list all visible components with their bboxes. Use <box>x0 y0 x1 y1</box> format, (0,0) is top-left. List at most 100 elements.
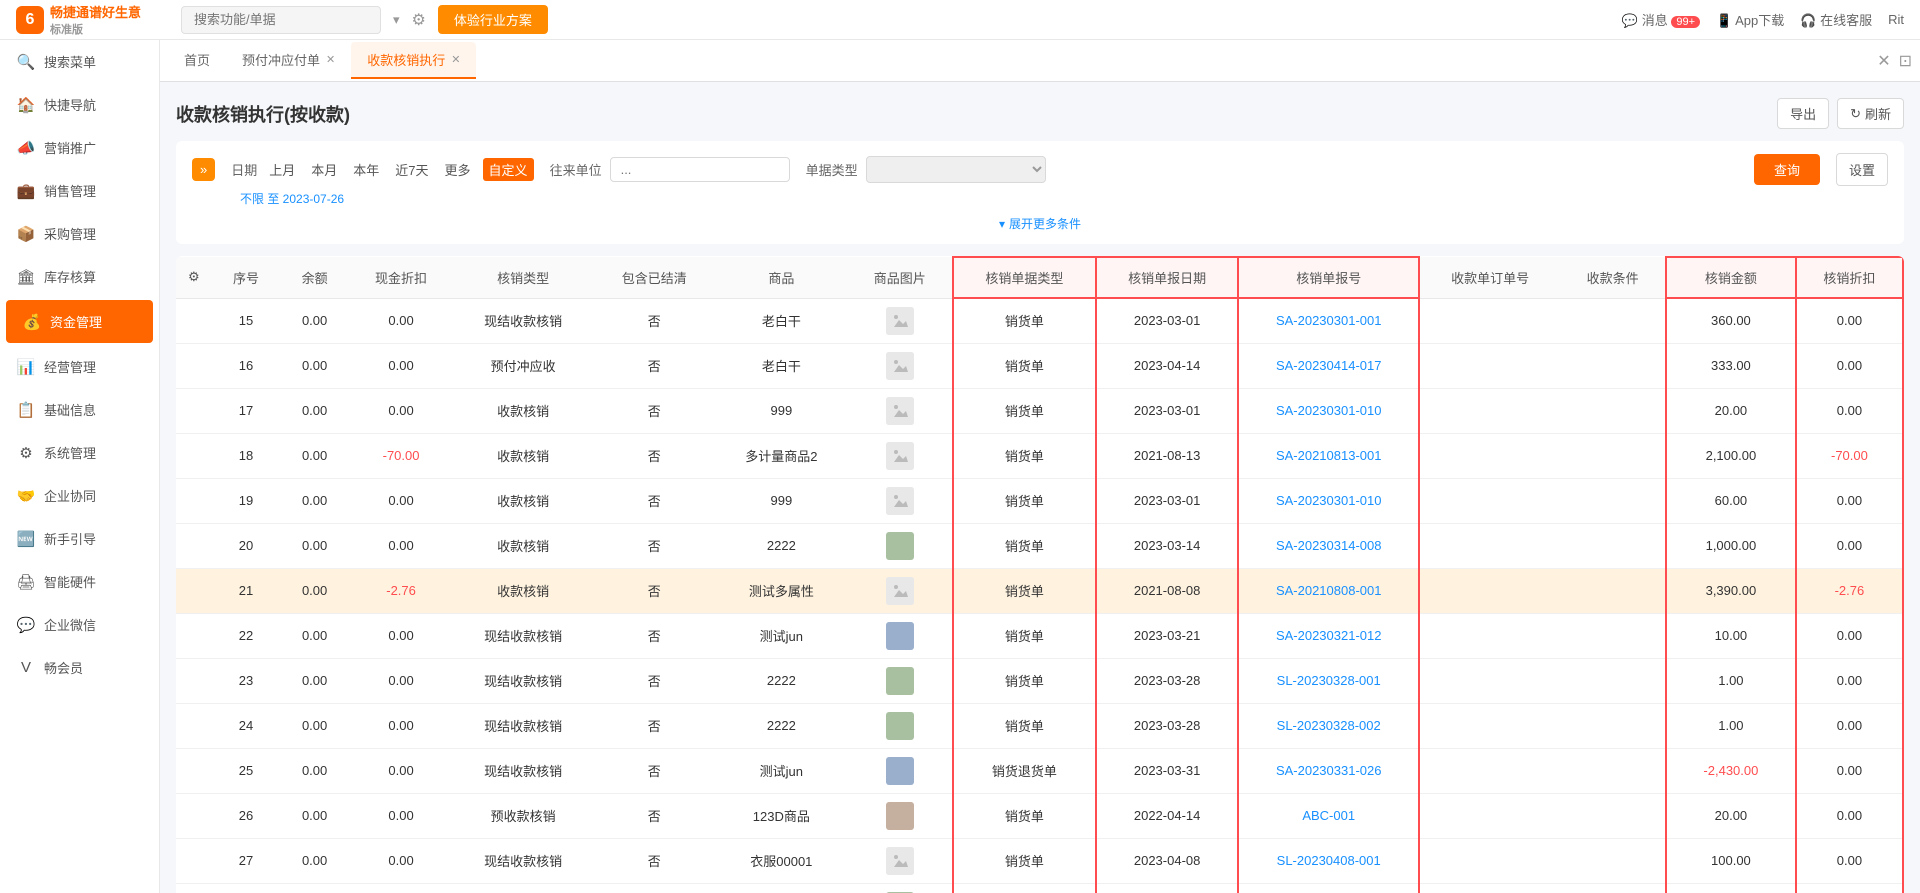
sidebar-label: 销售管理 <box>44 181 96 200</box>
filter-expand-btn[interactable]: » <box>192 158 215 181</box>
online-service-btn[interactable]: 🎧 在线客服 <box>1800 10 1872 29</box>
table-row: 250.000.00现结收款核销否测试jun销货退货单2023-03-31SA-… <box>176 748 1903 793</box>
expand-more-btn[interactable]: ▾ 展开更多条件 <box>192 215 1888 232</box>
sidebar-item-purchase[interactable]: 📦 采购管理 <box>0 212 159 255</box>
sidebar-item-finance[interactable]: 💰 资金管理 <box>6 300 153 343</box>
tab-collection[interactable]: 收款核销执行 ✕ <box>351 42 476 79</box>
col-receipt-condition: 收款条件 <box>1560 257 1666 298</box>
sidebar-item-corp-collab[interactable]: 🤝 企业协同 <box>0 474 159 517</box>
top-bar: 6 畅捷通谱好生意 标准版 ▾ ⚙ 体验行业方案 💬 消息 99+ 📱 App下… <box>0 0 1920 40</box>
table-row: 200.000.00收款核销否2222销货单2023-03-14SA-20230… <box>176 523 1903 568</box>
sidebar-label: 企业微信 <box>44 615 96 634</box>
sidebar-item-search[interactable]: 🔍 搜索菜单 <box>0 40 159 83</box>
product-thumbnail <box>886 442 914 470</box>
sidebar: 🔍 搜索菜单 🏠 快捷导航 📣 营销推广 💼 销售管理 📦 采购管理 🏛 库存核… <box>0 40 160 893</box>
sidebar-label: 基础信息 <box>44 400 96 419</box>
table-row: 220.000.00现结收款核销否测试jun销货单2023-03-21SA-20… <box>176 613 1903 658</box>
sidebar-item-sales[interactable]: 💼 销售管理 <box>0 169 159 212</box>
col-receipt-order-no: 收款单订单号 <box>1419 257 1560 298</box>
marketing-icon: 📣 <box>16 139 36 157</box>
messages-btn[interactable]: 💬 消息 99+ <box>1622 10 1700 29</box>
product-thumbnail <box>886 622 914 650</box>
date-this-month-btn[interactable]: 本月 <box>307 158 341 181</box>
app-download-btn[interactable]: 📱 App下载 <box>1716 10 1784 29</box>
tab-home[interactable]: 首页 <box>168 42 226 79</box>
sidebar-item-marketing[interactable]: 📣 营销推广 <box>0 126 159 169</box>
product-thumbnail <box>886 397 914 425</box>
purchase-icon: 📦 <box>16 225 36 243</box>
product-thumbnail <box>886 757 914 785</box>
inventory-icon: 🏛 <box>16 268 36 286</box>
sidebar-label: 智能硬件 <box>44 572 96 591</box>
filter-partner-group: 往来单位 <box>550 157 790 182</box>
table-row: 180.00-70.00收款核销否多计量商品2销货单2021-08-13SA-2… <box>176 433 1903 478</box>
sidebar-item-smart-hw[interactable]: 🖨 智能硬件 <box>0 560 159 603</box>
date-range-display: 不限 至 2023-07-26 <box>240 190 344 207</box>
corp-collab-icon: 🤝 <box>16 487 36 505</box>
table-row: 210.00-2.76收款核销否测试多属性销货单2021-08-08SA-202… <box>176 568 1903 613</box>
sidebar-item-guide[interactable]: 🆕 新手引导 <box>0 517 159 560</box>
date-7days-btn[interactable]: 近7天 <box>391 158 432 181</box>
table-row: 280.000.00现结收款核销否2222销货单2023-04-18SL-202… <box>176 883 1903 893</box>
query-button[interactable]: 查询 <box>1754 154 1820 185</box>
search-input[interactable] <box>181 6 381 34</box>
tab-prepay[interactable]: 预付冲应付单 ✕ <box>226 42 351 79</box>
partner-input[interactable] <box>610 157 790 182</box>
date-custom-btn[interactable]: 自定义 <box>483 158 534 181</box>
page-title: 收款核销执行(按收款) <box>176 101 350 127</box>
main-table: ⚙ 序号 余额 现金折扣 核销类型 包含已结清 商品 商品图片 核销单据类型 核… <box>176 256 1904 893</box>
settings-icon[interactable]: ⚙ <box>412 10 426 30</box>
col-verify-type: 核销类型 <box>453 257 593 298</box>
setting-button[interactable]: 设置 <box>1836 153 1888 186</box>
tab-home-label: 首页 <box>184 50 210 69</box>
smart-hw-icon: 🖨 <box>16 573 36 591</box>
sidebar-item-basic-info[interactable]: 📋 基础信息 <box>0 388 159 431</box>
search-icon: 🔍 <box>16 53 36 71</box>
refresh-button[interactable]: ↻ 刷新 <box>1837 98 1904 129</box>
table-row: 260.000.00预收款核销否123D商品销货单2022-04-14ABC-0… <box>176 793 1903 838</box>
doctype-select[interactable] <box>866 156 1046 183</box>
sidebar-item-system[interactable]: ⚙ 系统管理 <box>0 431 159 474</box>
export-button[interactable]: 导出 <box>1777 98 1829 129</box>
maximize-icon[interactable]: ⊡ <box>1899 51 1912 71</box>
product-thumbnail <box>886 352 914 380</box>
content-area: 收款核销执行(按收款) 导出 ↻ 刷新 » 日期 上 <box>160 82 1920 893</box>
sidebar-item-quick-nav[interactable]: 🏠 快捷导航 <box>0 83 159 126</box>
sidebar-item-operations[interactable]: 📊 经营管理 <box>0 345 159 388</box>
system-icon: ⚙ <box>16 444 36 462</box>
close-window-icon[interactable]: ✕ <box>1877 51 1890 71</box>
sidebar-item-member[interactable]: V 畅会员 <box>0 646 159 689</box>
col-included: 包含已结清 <box>593 257 715 298</box>
sidebar-label: 采购管理 <box>44 224 96 243</box>
table-row: 240.000.00现结收款核销否2222销货单2023-03-28SL-202… <box>176 703 1903 748</box>
date-more-btn[interactable]: 更多 <box>441 158 475 181</box>
filter-bar: » 日期 上月 本月 本年 近7天 更多 自定义 往来单位 <box>176 141 1904 244</box>
sidebar-label: 资金管理 <box>50 312 102 331</box>
table-row: 170.000.00收款核销否999销货单2023-03-01SA-202303… <box>176 388 1903 433</box>
sidebar-item-inventory[interactable]: 🏛 库存核算 <box>0 255 159 298</box>
product-thumbnail <box>886 802 914 830</box>
table-container: ⚙ 序号 余额 现金折扣 核销类型 包含已结清 商品 商品图片 核销单据类型 核… <box>176 256 1904 893</box>
basic-info-icon: 📋 <box>16 401 36 419</box>
refresh-icon: ↻ <box>1850 106 1861 122</box>
table-row: 190.000.00收款核销否999销货单2023-03-01SA-202303… <box>176 478 1903 523</box>
user-name[interactable]: Rit <box>1888 12 1904 27</box>
product-thumbnail <box>886 712 914 740</box>
sidebar-label: 库存核算 <box>44 267 96 286</box>
tab-prepay-label: 预付冲应付单 <box>242 50 320 69</box>
col-settings[interactable]: ⚙ <box>176 257 212 298</box>
doctype-label: 单据类型 <box>806 160 858 179</box>
sidebar-label: 企业协同 <box>44 486 96 505</box>
date-this-year-btn[interactable]: 本年 <box>349 158 383 181</box>
date-last-month-btn[interactable]: 上月 <box>265 158 299 181</box>
tab-collection-close[interactable]: ✕ <box>451 53 460 66</box>
dropdown-icon[interactable]: ▾ <box>393 12 400 28</box>
sidebar-item-wechat[interactable]: 💬 企业微信 <box>0 603 159 646</box>
main-area: 首页 预付冲应付单 ✕ 收款核销执行 ✕ ✕ ⊡ 收款核销执行(按收款) 导出 <box>160 40 1920 893</box>
industry-btn[interactable]: 体验行业方案 <box>438 5 548 34</box>
member-icon: V <box>16 659 36 676</box>
sidebar-label: 营销推广 <box>44 138 96 157</box>
tab-prepay-close[interactable]: ✕ <box>326 53 335 66</box>
expand-more-icon: ▾ <box>999 217 1005 231</box>
col-product-img: 商品图片 <box>847 257 953 298</box>
